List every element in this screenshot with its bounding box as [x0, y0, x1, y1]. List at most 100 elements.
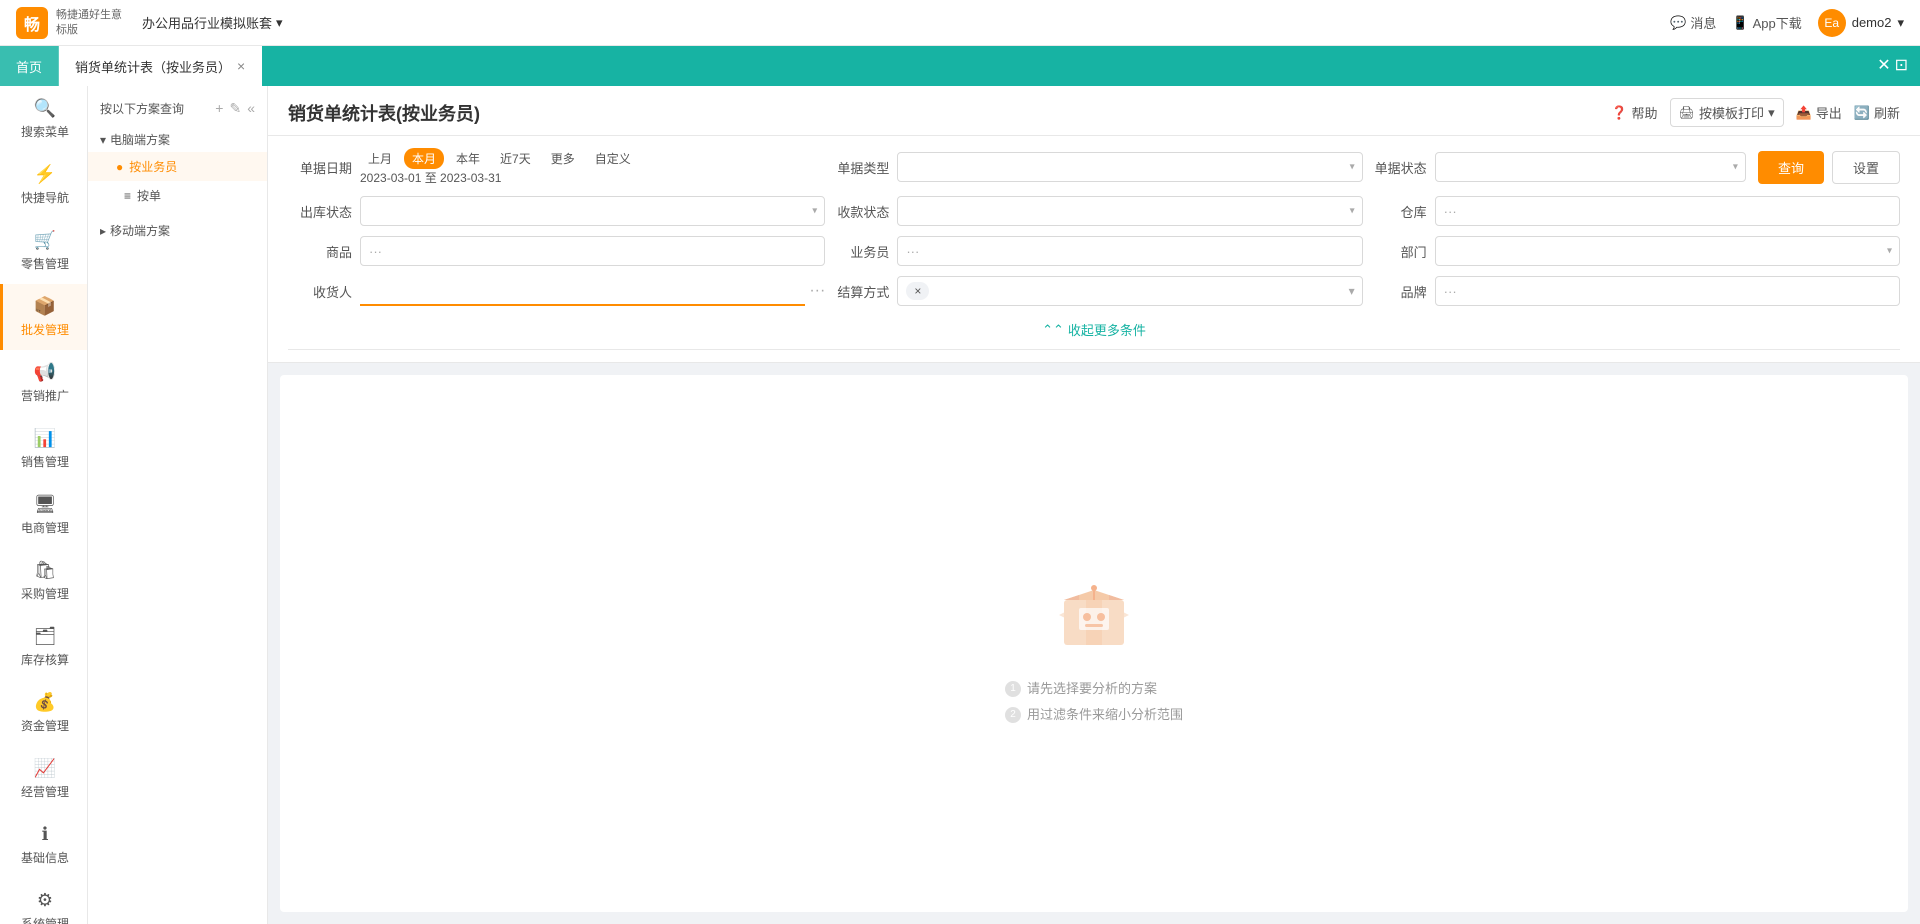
content-area: 按以下方案查询 + ✎ « ▾ 电脑端方案 ● 按业务员 ≡ 按 [88, 86, 1920, 924]
query-btn[interactable]: 查询 [1758, 151, 1824, 184]
sidebar-item-retail[interactable]: 🛒 零售管理 [0, 218, 87, 284]
empty-tip-1: 1 请先选择要分析的方案 [1005, 676, 1183, 702]
date-tab-custom[interactable]: 自定义 [587, 148, 639, 169]
list-icon: ≡ [124, 189, 131, 203]
warehouse-label: 仓库 [1363, 202, 1427, 221]
tab-restore-btn[interactable]: ⊡ [1895, 58, 1908, 74]
out-status-select[interactable] [360, 196, 825, 226]
filter-panel: 按以下方案查询 + ✎ « ▾ 电脑端方案 ● 按业务员 ≡ 按 [88, 86, 268, 924]
tip-num-1: 1 [1005, 681, 1021, 697]
filter-row-1: 单据日期 上月 本月 本年 近7天 更多 自定义 2023-03-01 至 20… [288, 148, 1900, 186]
collapse-row: ⌃⌃ 收起更多条件 [288, 306, 1900, 350]
sidebar-item-wholesale[interactable]: 📦 批发管理 [0, 284, 87, 350]
filter-cell-doc-type: 单据类型 ▾ [825, 148, 1362, 186]
finance-icon: 💰 [34, 692, 56, 713]
settle-tag: × [906, 282, 929, 300]
export-icon: 📤 [1796, 105, 1812, 121]
scheme-item-by-staff[interactable]: ● 按业务员 [88, 152, 267, 181]
export-btn[interactable]: 📤 导出 [1796, 103, 1842, 122]
pay-status-select[interactable] [897, 196, 1362, 226]
goods-label: 商品 [288, 242, 352, 261]
main-body: 1 请先选择要分析的方案 2 用过滤条件来缩小分析范围 [268, 363, 1920, 924]
date-tabs: 上月 本月 本年 近7天 更多 自定义 [360, 148, 825, 169]
user-area[interactable]: Ea demo2 ▾ [1818, 9, 1904, 37]
filter-cell-pay-status: 收款状态 ▾ [825, 196, 1362, 226]
empty-tips: 1 请先选择要分析的方案 2 用过滤条件来缩小分析范围 [1005, 676, 1183, 728]
out-status-label: 出库状态 [288, 202, 352, 221]
goods-input-wrapper: ··· [360, 236, 825, 266]
filter-cell-brand: 品牌 ··· [1363, 276, 1900, 306]
date-tab-last-month[interactable]: 上月 [360, 148, 400, 169]
sidebar-item-quick-nav[interactable]: ⚡ 快捷导航 [0, 152, 87, 218]
scheme-group-mobile-header[interactable]: ▸ 移动端方案 [88, 218, 267, 243]
warehouse-input-wrapper: ··· [1435, 196, 1900, 226]
collapse-panel-btn[interactable]: « [247, 100, 255, 117]
refresh-icon: 🔄 [1854, 105, 1870, 121]
account-selector[interactable]: 办公用品行业模拟账套 ▾ [134, 9, 291, 36]
chevron-right-icon: ▸ [100, 224, 106, 238]
download-icon: 📱 [1732, 15, 1748, 31]
scheme-group-pc-header[interactable]: ▾ 电脑端方案 [88, 127, 267, 152]
date-tab-this-month[interactable]: 本月 [404, 148, 444, 169]
chevron-down-icon: ▾ [276, 15, 283, 31]
sidebar-item-basic[interactable]: ℹ 基础信息 [0, 812, 87, 878]
filter-cell-date: 单据日期 上月 本月 本年 近7天 更多 自定义 2023-03-01 至 20… [288, 148, 825, 186]
user-chevron-icon: ▾ [1897, 15, 1904, 31]
sidebar-item-sales[interactable]: 📊 销售管理 [0, 416, 87, 482]
search-icon: 🔍 [34, 98, 56, 119]
tab-home[interactable]: 首页 [0, 46, 59, 86]
app-download-btn[interactable]: 📱 App下载 [1732, 13, 1801, 32]
staff-input-wrapper: ··· [897, 236, 1362, 266]
date-tab-7days[interactable]: 近7天 [492, 148, 539, 169]
print-chevron-icon: ▾ [1768, 105, 1775, 121]
filter-panel-header: 按以下方案查询 + ✎ « [88, 94, 267, 123]
doc-type-label: 单据类型 [825, 158, 889, 177]
doc-type-select[interactable] [897, 152, 1362, 182]
filter-row-2: 出库状态 ▾ 收款状态 [288, 196, 1900, 226]
dept-select[interactable] [1435, 236, 1900, 266]
settle-tag-close[interactable]: × [914, 284, 921, 298]
sidebar-item-inventory[interactable]: 🗂 库存核算 [0, 614, 87, 680]
sidebar-item-system[interactable]: ⚙ 系统管理 [0, 878, 87, 924]
sidebar-item-search[interactable]: 🔍 搜索菜单 [0, 86, 87, 152]
sidebar-item-purchase[interactable]: 🛍 采购管理 [0, 548, 87, 614]
consignee-dots[interactable]: ··· [809, 282, 825, 300]
sidebar-item-finance[interactable]: 💰 资金管理 [0, 680, 87, 746]
doc-type-select-wrapper: ▾ [897, 152, 1362, 182]
doc-status-select[interactable] [1435, 152, 1746, 182]
page-title: 销货单统计表(按业务员) [288, 100, 480, 126]
add-scheme-btn[interactable]: + [215, 100, 223, 117]
page-header-actions: ❓ 帮助 🖨 按模板打印 ▾ 📤 导出 🔄 刷新 [1611, 98, 1900, 127]
settings-btn[interactable]: 设置 [1832, 151, 1900, 184]
date-control: 上月 本月 本年 近7天 更多 自定义 2023-03-01 至 2023-03… [360, 148, 825, 186]
sidebar-item-marketing[interactable]: 📢 营销推广 [0, 350, 87, 416]
tab-close-window-btn[interactable]: ✕ [1877, 58, 1890, 74]
action-btns-area: 查询 设置 [1758, 151, 1900, 184]
date-tab-this-year[interactable]: 本年 [448, 148, 488, 169]
settle-control: × ▾ [897, 276, 1362, 306]
print-btn[interactable]: 🖨 按模板打印 ▾ [1670, 98, 1784, 127]
tab-sales-stat[interactable]: 销货单统计表（按业务员） × [59, 46, 262, 86]
goods-dots: ··· [369, 244, 382, 259]
sidebar-item-operation[interactable]: 📈 经营管理 [0, 746, 87, 812]
logo-text: 畅捷通好生意 标版 [56, 8, 122, 37]
filter-panel-actions: + ✎ « [215, 100, 255, 117]
logo-icon: 畅 [16, 7, 48, 39]
help-btn[interactable]: ❓ 帮助 [1611, 103, 1657, 122]
warehouse-dots: ··· [1444, 204, 1457, 219]
scheme-sub-item-by-order[interactable]: ≡ 按单 [88, 181, 267, 210]
main-layout: 🔍 搜索菜单 ⚡ 快捷导航 🛒 零售管理 📦 批发管理 📢 营销推广 📊 销售管… [0, 86, 1920, 924]
tab-actions: ✕ ⊡ [1865, 58, 1920, 74]
message-btn[interactable]: 💬 消息 [1670, 13, 1716, 32]
sidebar-item-ecom[interactable]: 🖥 电商管理 [0, 482, 87, 548]
edit-scheme-btn[interactable]: ✎ [229, 100, 241, 117]
date-tab-more[interactable]: 更多 [543, 148, 583, 169]
tab-bar: 首页 销货单统计表（按业务员） × ✕ ⊡ [0, 46, 1920, 86]
sidebar: 🔍 搜索菜单 ⚡ 快捷导航 🛒 零售管理 📦 批发管理 📢 营销推广 📊 销售管… [0, 86, 88, 924]
filter-cell-goods: 商品 ··· [288, 236, 825, 266]
tab-close-icon[interactable]: × [237, 59, 245, 73]
consignee-input[interactable] [360, 276, 805, 306]
refresh-btn[interactable]: 🔄 刷新 [1854, 103, 1900, 122]
brand-label: 品牌 [1363, 282, 1427, 301]
collapse-btn[interactable]: ⌃⌃ 收起更多条件 [1042, 312, 1146, 347]
